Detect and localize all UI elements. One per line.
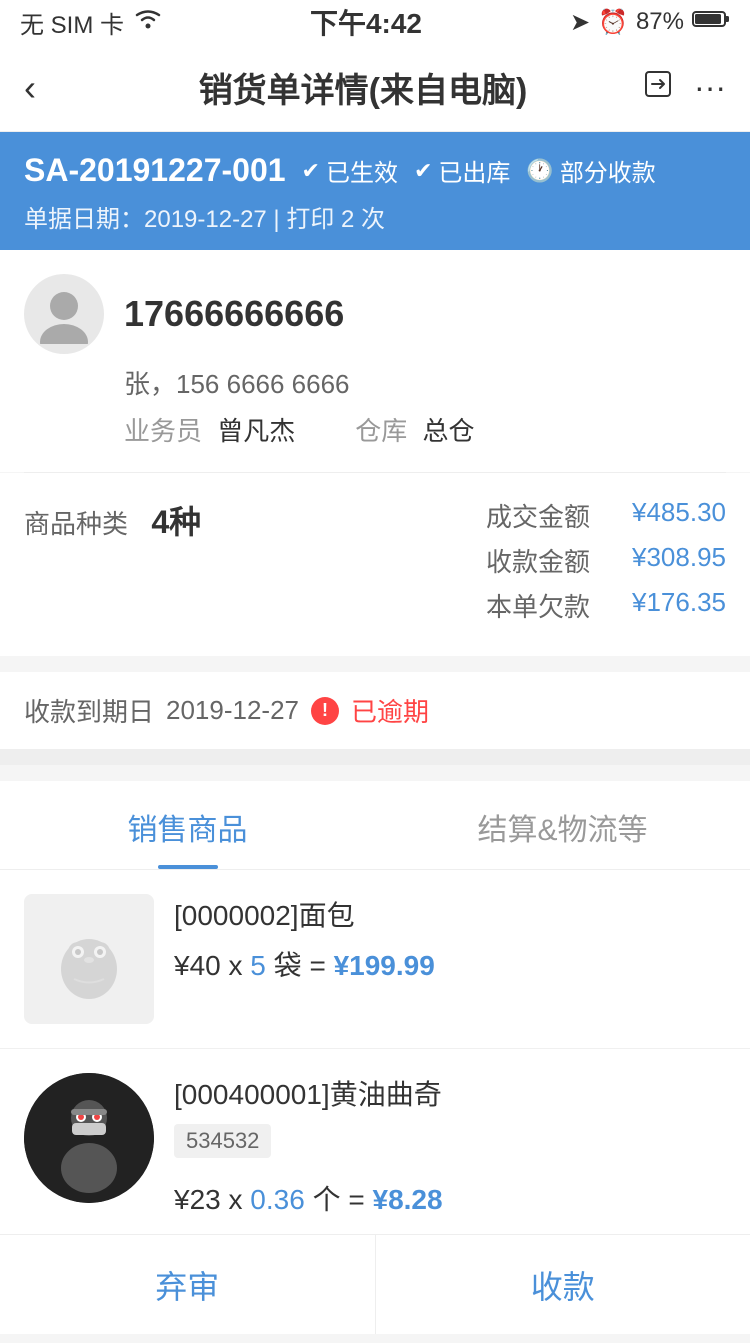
overdue-icon: ! <box>311 697 339 725</box>
confirm-label: 收款 <box>531 1262 595 1308</box>
status-left: 无 SIM 卡 <box>20 5 162 40</box>
tab-products-label: 销售商品 <box>128 814 248 847</box>
summary-right: 成交金额 ¥485.30 收款金额 ¥308.95 本单欠款 ¥176.35 <box>486 497 726 632</box>
warehouse-label: 仓库 <box>355 416 407 446</box>
due-date-section: 收款到期日 2019-12-27 ! 已逾期 <box>0 672 750 749</box>
summary-section: 商品种类 4种 成交金额 ¥485.30 收款金额 ¥308.95 本单欠款 ¥… <box>0 473 750 656</box>
price-qty-2: 0.36 <box>250 1184 305 1215</box>
due-date-label: 收款到期日 <box>24 692 154 729</box>
product-name-1: [0000002]面包 <box>174 894 726 934</box>
overdue-text: 已逾期 <box>351 692 429 729</box>
customer-main: 17666666666 <box>24 274 726 354</box>
price-unit-label-1: 袋 <box>274 950 302 981</box>
amount-label: 成交金额 <box>486 497 590 534</box>
customer-name: 17666666666 <box>124 293 344 335</box>
order-id: SA-20191227-001 <box>24 152 286 189</box>
alarm-icon: ⏰ <box>598 8 628 37</box>
products-section: [0000002]面包 ¥40 x 5 袋 = ¥199.99 <box>0 870 750 1243</box>
warehouse-value: 总仓 <box>423 416 475 446</box>
nav-bar: ‹ 销货单详情(来自电脑) ··· <box>0 44 750 132</box>
order-header-top: SA-20191227-001 ✔ 已生效 ✔ 已出库 🕐 部分收款 <box>24 152 726 189</box>
customer-sub: 张，156 6666 6666 <box>124 364 726 401</box>
status-text-1: 已生效 <box>326 153 398 188</box>
customer-staff: 业务员 曾凡杰 仓库 总仓 <box>124 411 726 448</box>
tab-settlement[interactable]: 结算&物流等 <box>375 781 750 869</box>
section-divider-2 <box>0 749 750 765</box>
confirm-button[interactable]: 收款 <box>375 1235 750 1334</box>
amount-value: ¥485.30 <box>606 497 726 534</box>
wifi-icon <box>134 8 162 36</box>
type-value: 4种 <box>151 504 201 540</box>
bottom-bar: 弃审 收款 <box>0 1234 750 1334</box>
location-icon: ➤ <box>570 8 590 37</box>
order-meta: 单据日期：2019-12-27 | 打印 2 次 <box>24 199 726 234</box>
staff-value: 曾凡杰 <box>217 416 295 446</box>
price-qty-1: 5 <box>250 950 266 981</box>
product-image-1 <box>24 894 154 1024</box>
status-text-2: 已出库 <box>438 153 510 188</box>
price-total-2: ¥8.28 <box>373 1184 443 1215</box>
product-price-1: ¥40 x 5 袋 = ¥199.99 <box>174 944 726 984</box>
section-divider-1 <box>0 656 750 672</box>
price-unit-label-2: 个 <box>313 1184 341 1215</box>
debt-row: 本单欠款 ¥176.35 <box>486 587 726 624</box>
cancel-button[interactable]: 弃审 <box>0 1235 375 1334</box>
staff-info: 业务员 曾凡杰 <box>124 411 295 448</box>
staff-label: 业务员 <box>124 416 202 446</box>
product-item-2: [000400001]黄油曲奇 534532 ¥23 x 0.36 个 = ¥8… <box>0 1049 750 1243</box>
price-sep-1: x <box>229 950 251 981</box>
type-label: 商品种类 <box>24 509 128 539</box>
price-unit-1: ¥40 <box>174 950 221 981</box>
tab-settlement-label: 结算&物流等 <box>477 814 647 847</box>
clock-icon: 🕐 <box>526 158 553 184</box>
product-name-2: [000400001]黄油曲奇 <box>174 1073 726 1113</box>
received-label: 收款金额 <box>486 542 590 579</box>
summary-left: 商品种类 4种 <box>24 497 201 543</box>
warehouse-info: 仓库 总仓 <box>355 411 474 448</box>
debt-label: 本单欠款 <box>486 587 590 624</box>
status-badge-2: ✔ 已出库 <box>414 153 510 188</box>
nav-actions: ··· <box>642 68 726 108</box>
debt-value: ¥176.35 <box>606 587 726 624</box>
carrier-text: 无 SIM 卡 <box>20 5 124 40</box>
summary-row: 商品种类 4种 成交金额 ¥485.30 收款金额 ¥308.95 本单欠款 ¥… <box>24 497 726 632</box>
price-eq-2: = <box>348 1184 372 1215</box>
price-unit-2: ¥23 <box>174 1184 221 1215</box>
status-time: 下午4:42 <box>310 2 422 42</box>
received-value: ¥308.95 <box>606 542 726 579</box>
cancel-label: 弃审 <box>155 1262 219 1308</box>
more-icon[interactable]: ··· <box>694 69 726 106</box>
check-icon-2: ✔ <box>414 158 432 184</box>
back-button[interactable]: ‹ <box>24 67 84 109</box>
status-bar: 无 SIM 卡 下午4:42 ➤ ⏰ 87% <box>0 0 750 44</box>
received-row: 收款金额 ¥308.95 <box>486 542 726 579</box>
battery-icon <box>692 8 730 36</box>
price-eq-1: = <box>309 950 333 981</box>
share-icon[interactable] <box>642 68 674 108</box>
product-info-2: [000400001]黄油曲奇 534532 ¥23 x 0.36 个 = ¥8… <box>174 1073 726 1218</box>
avatar <box>24 274 104 354</box>
status-text-3: 部分收款 <box>560 153 656 188</box>
tabs-container: 销售商品 结算&物流等 <box>0 781 750 870</box>
status-badge-1: ✔ 已生效 <box>302 153 398 188</box>
status-right: ➤ ⏰ 87% <box>570 8 730 37</box>
page-title: 销货单详情(来自电脑) <box>84 63 642 112</box>
order-header: SA-20191227-001 ✔ 已生效 ✔ 已出库 🕐 部分收款 单据日期：… <box>0 132 750 250</box>
status-badge-3: 🕐 部分收款 <box>526 153 655 188</box>
price-sep-2: x <box>229 1184 251 1215</box>
due-date-value: 2019-12-27 <box>166 695 299 726</box>
product-item: [0000002]面包 ¥40 x 5 袋 = ¥199.99 <box>0 870 750 1049</box>
product-price-2: ¥23 x 0.36 个 = ¥8.28 <box>174 1178 726 1218</box>
customer-section: 17666666666 张，156 6666 6666 业务员 曾凡杰 仓库 总… <box>0 250 750 472</box>
amount-row: 成交金额 ¥485.30 <box>486 497 726 534</box>
product-image-2 <box>24 1073 154 1203</box>
battery-text: 87% <box>636 8 684 36</box>
product-info-1: [0000002]面包 ¥40 x 5 袋 = ¥199.99 <box>174 894 726 1024</box>
price-total-1: ¥199.99 <box>334 950 435 981</box>
product-sku-2: 534532 <box>174 1124 271 1158</box>
check-icon-1: ✔ <box>302 158 320 184</box>
tab-products[interactable]: 销售商品 <box>0 781 375 869</box>
